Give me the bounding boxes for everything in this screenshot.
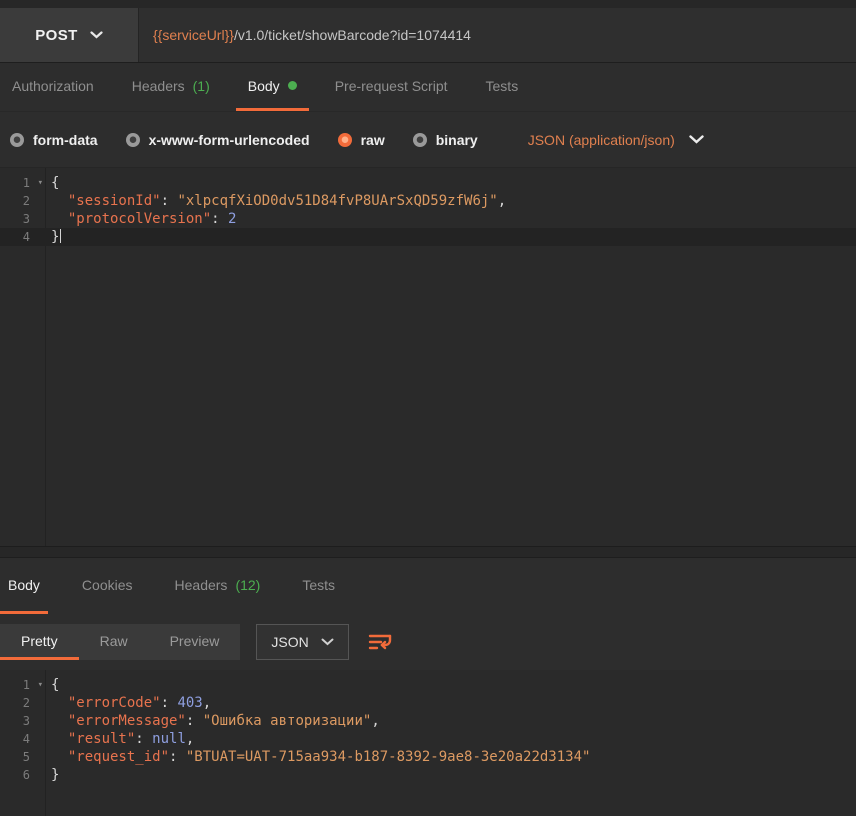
code-text: "errorMessage": "Ошибка авторизации",	[67, 713, 380, 729]
view-raw[interactable]: Raw	[79, 624, 149, 660]
tab-label: Pre-request Script	[334, 77, 448, 94]
request-tab-tests[interactable]: Tests	[474, 63, 531, 111]
postman-app: POST {{serviceUrl}}/v1.0/ticket/showBarc…	[0, 0, 856, 816]
tab-label: Body	[247, 77, 280, 94]
code-text: }	[51, 229, 62, 245]
response-tab-cookies[interactable]: Cookies	[74, 558, 141, 614]
response-body-editor[interactable]: 1 ▾{2 "errorCode": 403, 3 "errorMessage": …	[0, 670, 856, 816]
radio-label: binary	[435, 131, 478, 148]
response-tab-tests[interactable]: Tests	[294, 558, 343, 614]
tab-label: Headers	[174, 576, 228, 593]
chevron-down-icon	[689, 135, 704, 144]
url-input[interactable]: {{serviceUrl}}/v1.0/ticket/showBarcode?i…	[138, 8, 856, 62]
content-type-label: JSON (application/json)	[527, 131, 675, 148]
response-toolbar: Pretty Raw Preview JSON	[0, 614, 856, 670]
chevron-down-icon	[321, 638, 334, 646]
response-tabs: Body Cookies Headers (12) Tests	[0, 558, 856, 614]
code-text: {	[51, 677, 60, 693]
line-number: 3	[22, 212, 30, 226]
response-format-dropdown[interactable]: JSON	[256, 624, 349, 660]
code-text: "errorCode": 403,	[67, 695, 212, 711]
pane-resize-divider[interactable]	[0, 546, 856, 558]
line-number: 2	[22, 194, 30, 208]
method-label: POST	[35, 26, 78, 44]
line-number: 6	[22, 768, 30, 782]
code-text: "request_id": "BTUAT=UAT-715aa934-b187-8…	[67, 749, 591, 765]
code-line-6: 6}	[0, 766, 856, 784]
response-format-label: JSON	[271, 634, 309, 650]
tab-count-badge: (12)	[235, 576, 261, 593]
body-type-form-data[interactable]: form-data	[10, 132, 98, 148]
line-number: 1 ▾	[22, 174, 43, 192]
titlebar-strip	[0, 0, 856, 8]
tab-label: Cookies	[81, 576, 133, 593]
code-line-4: 4 "result": null,	[0, 730, 856, 748]
view-pretty[interactable]: Pretty	[0, 624, 79, 660]
radio-label: raw	[360, 131, 385, 148]
line-number: 4	[22, 230, 30, 244]
body-type-options: form-data x-www-form-urlencoded raw binary	[10, 132, 506, 148]
code-line-3: 3 "protocolVersion": 2	[0, 210, 856, 228]
body-type-row: form-data x-www-form-urlencoded raw binary …	[0, 112, 856, 168]
code-text: "sessionId": "xlpcqfXiOD0dv51D84fvP8UArS…	[67, 193, 507, 209]
chevron-down-icon	[90, 31, 103, 39]
tab-label: Body	[8, 576, 40, 593]
content-type-selector[interactable]: JSON (application/json)	[528, 132, 704, 148]
response-view-toggle: Pretty Raw Preview	[0, 624, 241, 660]
request-tabs: Authorization Headers (1) Body Pre-request S…	[0, 63, 856, 112]
code-text: {	[51, 175, 60, 191]
radio-label: form-data	[33, 131, 98, 148]
url-path-segment: /v1.0/ticket/showBarcode?id=1074414	[233, 27, 471, 43]
body-type-binary[interactable]: binary	[412, 131, 478, 148]
fold-caret-icon[interactable]: ▾	[38, 174, 43, 192]
tab-label: Headers	[131, 77, 185, 94]
code-text: "result": null,	[67, 731, 195, 747]
tab-label: Tests	[302, 576, 336, 593]
line-number: 3	[22, 714, 30, 728]
radio-icon	[412, 132, 427, 147]
code-line-4: 4}	[0, 228, 856, 246]
response-tab-headers[interactable]: Headers (12)	[167, 558, 269, 614]
code-line-1: 1 ▾ {	[0, 174, 856, 192]
response-tab-body[interactable]: Body	[0, 558, 48, 614]
code-line-1: 1 ▾ {	[0, 676, 856, 694]
wrap-lines-icon	[368, 634, 391, 650]
text-cursor	[60, 229, 62, 243]
request-tab-headers[interactable]: Headers (1)	[120, 63, 222, 111]
request-body-editor[interactable]: 1 ▾ {2 "sessionId": "xlpcqfXiOD0dv51D84fvP…	[0, 168, 856, 546]
code-line-3: 3 "errorMessage": "Ошибка авторизации",	[0, 712, 856, 730]
body-present-dot	[287, 81, 297, 90]
line-number: 2	[22, 696, 30, 710]
request-url-bar: POST {{serviceUrl}}/v1.0/ticket/showBarc…	[0, 8, 856, 63]
line-number: 4	[22, 732, 30, 746]
code-text: "protocolVersion": 2	[67, 211, 237, 227]
request-tab-authorization[interactable]: Authorization	[0, 63, 106, 111]
request-tab-body[interactable]: Body	[235, 63, 309, 111]
tab-label: Authorization	[12, 77, 94, 94]
radio-selected-icon	[337, 132, 352, 147]
tab-label: Tests	[485, 77, 519, 94]
fold-caret-icon[interactable]: ▾	[38, 676, 43, 694]
code-line-5: 5 "request_id": "BTUAT=UAT-715aa934-b187…	[0, 748, 856, 766]
code-text: }	[51, 767, 60, 783]
view-preview[interactable]: Preview	[149, 624, 241, 660]
body-type-raw[interactable]: raw	[337, 131, 385, 148]
line-number: 1 ▾	[22, 676, 43, 694]
body-type-x-www-form-urlencoded[interactable]: x-www-form-urlencoded	[125, 131, 310, 148]
code-line-2: 2 "errorCode": 403,	[0, 694, 856, 712]
wrap-lines-button[interactable]	[367, 632, 393, 652]
method-selector[interactable]: POST	[0, 8, 138, 62]
radio-label: x-www-form-urlencoded	[148, 131, 310, 148]
tab-count-badge: (1)	[192, 77, 210, 94]
code-line-2: 2 "sessionId": "xlpcqfXiOD0dv51D84fvP8UA…	[0, 192, 856, 210]
radio-icon	[10, 132, 24, 147]
url-variable-segment: {{serviceUrl}}	[153, 27, 234, 43]
line-number: 5	[22, 750, 30, 764]
request-tab-pre-request-script[interactable]: Pre-request Script	[323, 63, 460, 111]
radio-icon	[125, 132, 140, 147]
